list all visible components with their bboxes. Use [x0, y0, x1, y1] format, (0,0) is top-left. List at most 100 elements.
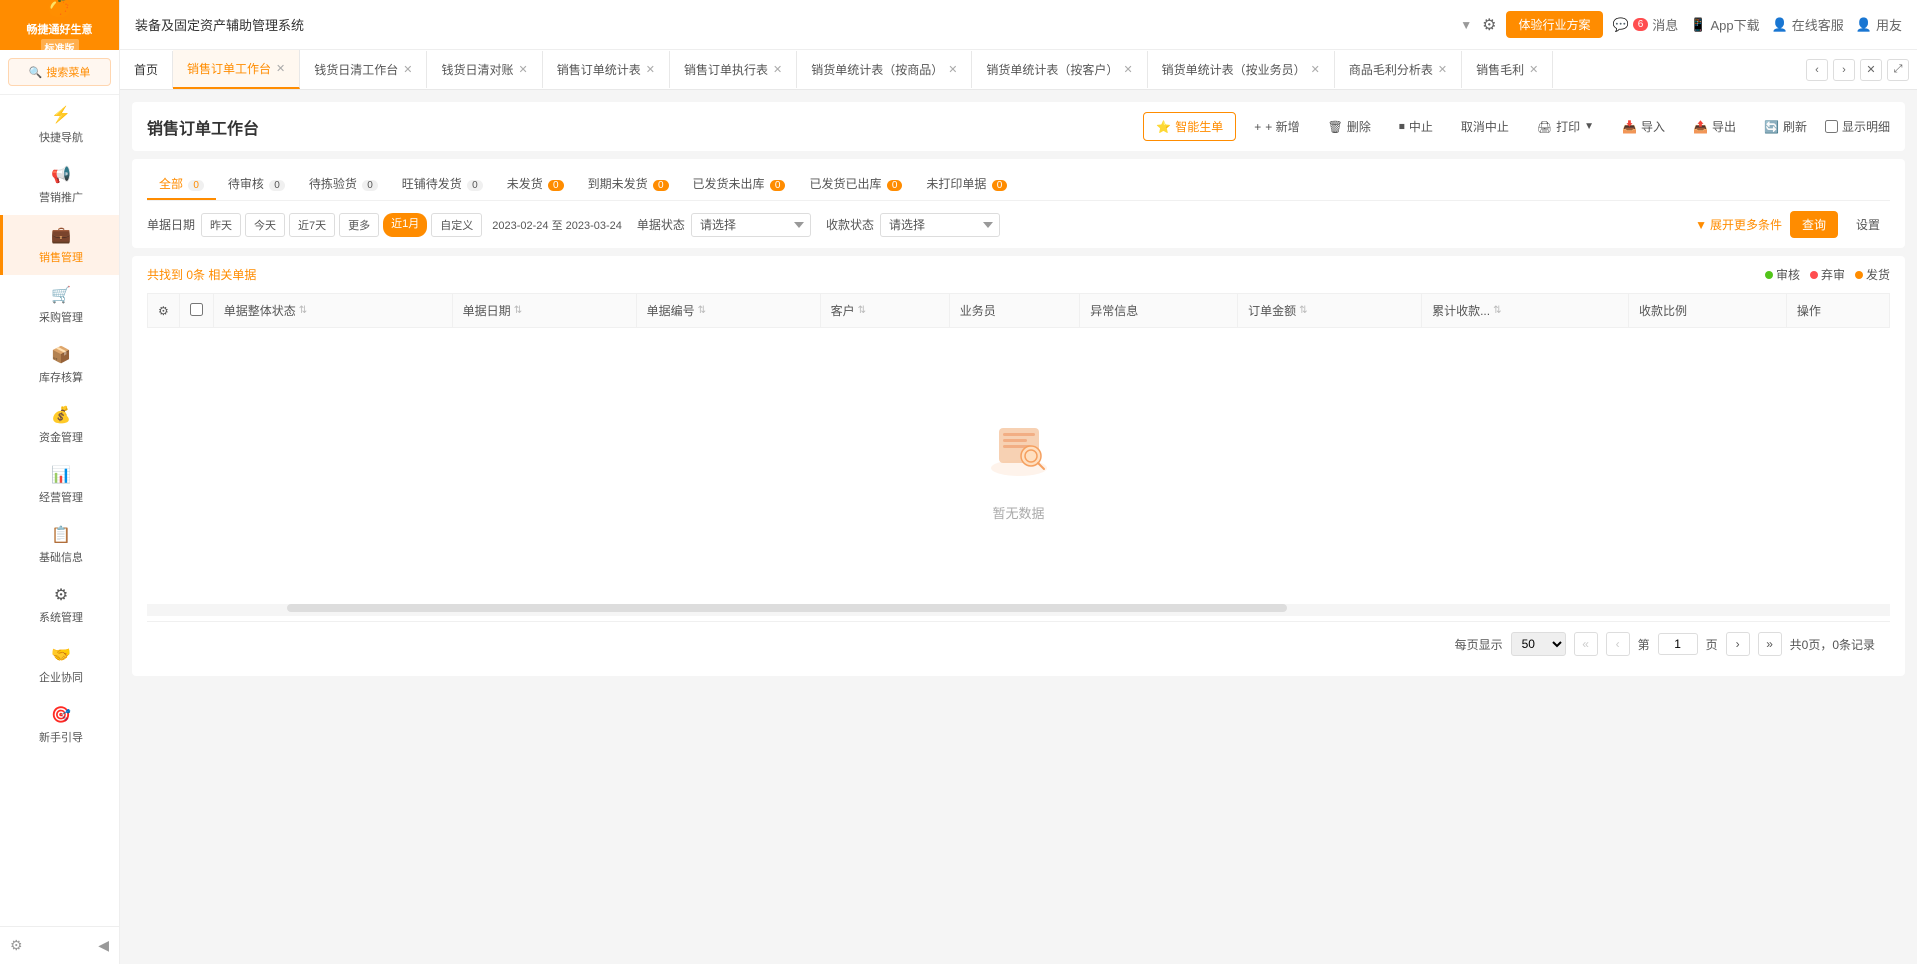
- filter-tab-not-printed[interactable]: 未打印单据 0: [914, 169, 1019, 200]
- filter-tab-shipped-out[interactable]: 已发货已出库 0: [797, 169, 914, 200]
- delete-button[interactable]: 🗑 删除: [1318, 113, 1381, 140]
- payment-select[interactable]: 请选择: [880, 213, 1000, 237]
- page-number-input[interactable]: [1658, 633, 1698, 655]
- expand-conditions-button[interactable]: ▼ 展开更多条件: [1695, 216, 1782, 233]
- add-button[interactable]: + + 新增: [1244, 113, 1309, 140]
- sort-collected[interactable]: 累计收款... ⇅: [1432, 302, 1618, 319]
- sidebar-item-marketing[interactable]: 📢 营销推广: [0, 155, 119, 215]
- tab-close-icon[interactable]: ✕: [519, 63, 528, 76]
- tab-home[interactable]: 首页: [120, 51, 173, 88]
- sidebar-item-system[interactable]: ⚙ 系统管理: [0, 575, 119, 635]
- sidebar-item-enterprise[interactable]: 🤝 企业协同: [0, 635, 119, 695]
- date-yesterday-btn[interactable]: 昨天: [201, 213, 241, 237]
- query-button[interactable]: 查询: [1790, 211, 1838, 238]
- tab-sales-profit[interactable]: 销售毛利 ✕: [1462, 51, 1553, 88]
- date-custom-btn[interactable]: 自定义: [431, 213, 482, 237]
- tab-cash-daily[interactable]: 钱货日清工作台 ✕: [300, 51, 427, 88]
- sidebar-item-purchase[interactable]: 🛒 采购管理: [0, 275, 119, 335]
- page-prev-button[interactable]: ‹: [1606, 632, 1630, 656]
- tab-sales-staff[interactable]: 销货单统计表（按业务员） ✕: [1148, 51, 1335, 88]
- tab-cash-reconcile[interactable]: 钱货日清对账 ✕: [427, 51, 542, 88]
- sidebar-item-operation[interactable]: 📊 经营管理: [0, 455, 119, 515]
- tab-product-margin[interactable]: 商品毛利分析表 ✕: [1335, 51, 1462, 88]
- tab-sales-workbench[interactable]: 销售订单工作台 ✕: [173, 50, 300, 89]
- audit-button[interactable]: 审核: [1765, 266, 1800, 283]
- tab-close-icon[interactable]: ✕: [773, 63, 782, 76]
- tab-sales-product[interactable]: 销货单统计表（按商品） ✕: [797, 51, 972, 88]
- print-button[interactable]: 🖨 打印 ▼: [1527, 113, 1604, 140]
- sidebar-collapse-button[interactable]: ◀: [98, 937, 109, 954]
- tab-close-icon[interactable]: ✕: [646, 63, 655, 76]
- sort-date[interactable]: 单据日期 ⇅: [463, 302, 626, 319]
- show-detail-checkbox-input[interactable]: [1825, 120, 1838, 133]
- purchase-icon: 🛒: [51, 285, 71, 305]
- tab-next-button[interactable]: ›: [1833, 59, 1855, 81]
- cancel-stop-button[interactable]: 取消中止: [1451, 113, 1519, 140]
- filter-tab-pending-check[interactable]: 待拣验货 0: [297, 169, 390, 200]
- date-active-tag[interactable]: 近1月: [383, 213, 427, 237]
- sidebar-settings-button[interactable]: ⚙: [10, 937, 23, 954]
- page-last-button[interactable]: »: [1758, 632, 1782, 656]
- sidebar-item-quick-nav[interactable]: ⚡ 快捷导航: [0, 95, 119, 155]
- import-button[interactable]: 📥 导入: [1612, 113, 1675, 140]
- settings-icon[interactable]: ⚙: [1482, 15, 1496, 35]
- filter-tab-shipped-not-out[interactable]: 已发货未出库 0: [681, 169, 798, 200]
- column-settings[interactable]: ⚙: [148, 294, 180, 328]
- online-service-button[interactable]: 👤 在线客服: [1772, 15, 1844, 34]
- page-first-button[interactable]: «: [1574, 632, 1598, 656]
- sort-number[interactable]: 单据编号 ⇅: [647, 302, 810, 319]
- tab-sales-customer[interactable]: 销货单统计表（按客户） ✕: [972, 51, 1147, 88]
- export-button[interactable]: 📤 导出: [1683, 113, 1746, 140]
- tab-sales-exec[interactable]: 销售订单执行表 ✕: [670, 51, 797, 88]
- tab-prev-button[interactable]: ‹: [1806, 59, 1828, 81]
- filter-setting-button[interactable]: 设置: [1846, 211, 1890, 238]
- message-button[interactable]: 💬 6 消息: [1613, 15, 1679, 34]
- date-more-btn[interactable]: 更多: [339, 213, 379, 237]
- stop-button[interactable]: ⏹ 中止: [1389, 113, 1443, 140]
- refresh-button[interactable]: 🔄 刷新: [1754, 113, 1817, 140]
- sidebar-item-sales[interactable]: 💼 销售管理: [0, 215, 119, 275]
- filter-tab-label: 到期未发货: [588, 177, 648, 191]
- date-7days-btn[interactable]: 近7天: [289, 213, 335, 237]
- industry-solution-button[interactable]: 体验行业方案: [1506, 11, 1602, 38]
- tab-expand-button[interactable]: ⤢: [1887, 59, 1909, 81]
- filter-tab-not-shipped[interactable]: 未发货 0: [495, 169, 576, 200]
- page-size-select[interactable]: 50 10 20 100: [1511, 632, 1566, 656]
- search-menu-button[interactable]: 🔍 搜索菜单: [8, 58, 111, 86]
- top-header: 装备及固定资产辅助管理系统 ▼ ⚙ 体验行业方案 💬 6 消息 📱 App下载 …: [120, 0, 1917, 50]
- count-badge: 0: [467, 180, 483, 191]
- tab-close-all-button[interactable]: ✕: [1860, 59, 1882, 81]
- tab-close-icon[interactable]: ✕: [1529, 63, 1538, 76]
- app-download-button[interactable]: 📱 App下载: [1690, 15, 1759, 34]
- show-detail-checkbox[interactable]: 显示明细: [1825, 118, 1890, 135]
- tab-close-icon[interactable]: ✕: [1311, 63, 1320, 76]
- scrollbar-thumb[interactable]: [287, 604, 1287, 612]
- filter-tab-pending[interactable]: 待审核 0: [216, 169, 297, 200]
- select-all-checkbox[interactable]: [190, 303, 203, 316]
- sort-customer[interactable]: 客户 ⇅: [831, 302, 939, 319]
- smart-generate-button[interactable]: ⭐ 智能生单: [1143, 112, 1236, 141]
- sort-status[interactable]: 单据整体状态 ⇅: [224, 302, 442, 319]
- tab-close-icon[interactable]: ✕: [276, 62, 285, 75]
- tab-sales-stat[interactable]: 销售订单统计表 ✕: [543, 51, 670, 88]
- sidebar-item-finance[interactable]: 💰 资金管理: [0, 395, 119, 455]
- sidebar-item-guide[interactable]: 🎯 新手引导: [0, 695, 119, 755]
- sidebar-item-basic-info[interactable]: 📋 基础信息: [0, 515, 119, 575]
- anti-audit-button[interactable]: 弃审: [1810, 266, 1845, 283]
- tab-close-icon[interactable]: ✕: [1123, 63, 1132, 76]
- tab-close-icon[interactable]: ✕: [403, 63, 412, 76]
- ship-button[interactable]: 发货: [1855, 266, 1890, 283]
- status-select[interactable]: 请选择: [691, 213, 811, 237]
- user-menu-button[interactable]: 👤 用友: [1856, 15, 1902, 34]
- date-today-btn[interactable]: 今天: [245, 213, 285, 237]
- filter-tab-overdue[interactable]: 到期未发货 0: [576, 169, 681, 200]
- filter-tab-all[interactable]: 全部 0: [147, 169, 216, 200]
- filter-tab-wangpu[interactable]: 旺铺待发货 0: [390, 169, 495, 200]
- horizontal-scrollbar[interactable]: [147, 604, 1890, 616]
- search-label: 搜索菜单: [46, 64, 90, 80]
- page-next-button[interactable]: ›: [1726, 632, 1750, 656]
- sort-amount[interactable]: 订单金额 ⇅: [1248, 302, 1411, 319]
- tab-close-icon[interactable]: ✕: [948, 63, 957, 76]
- sidebar-item-inventory[interactable]: 📦 库存核算: [0, 335, 119, 395]
- tab-close-icon[interactable]: ✕: [1438, 63, 1447, 76]
